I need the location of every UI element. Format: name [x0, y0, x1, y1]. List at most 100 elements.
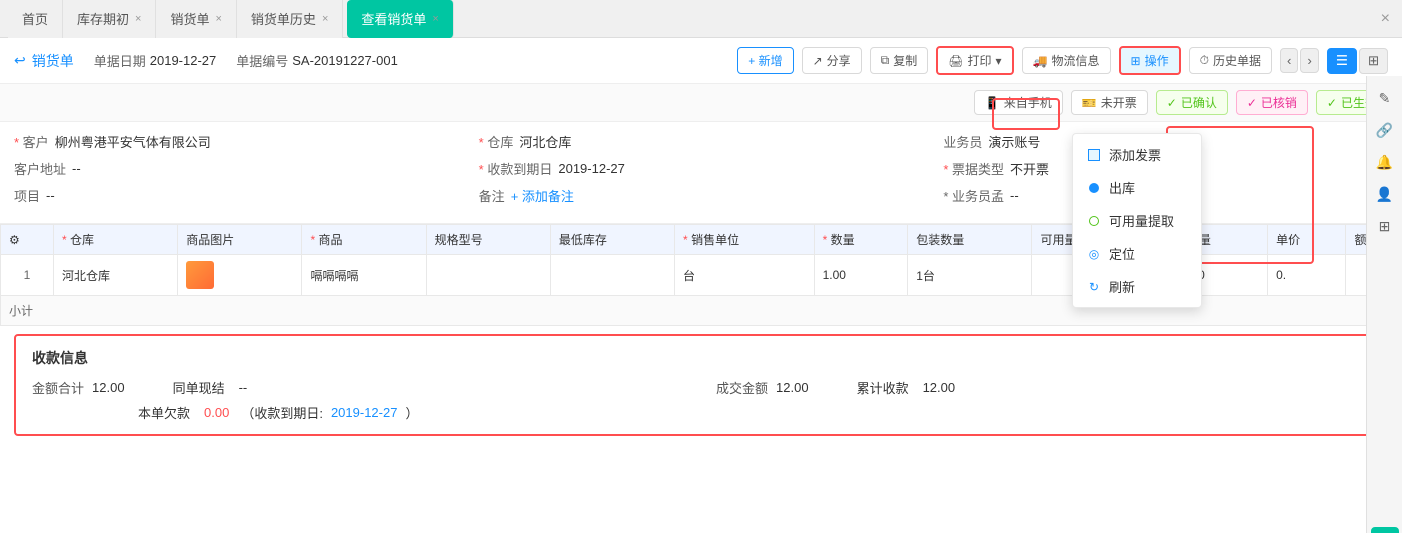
tab-sales-history[interactable]: 销货单历史 × — [237, 0, 343, 38]
row-spec — [426, 255, 550, 296]
row-min-stock — [550, 255, 674, 296]
dropdown-add-invoice[interactable]: 添加发票 — [1073, 138, 1201, 171]
col-min-stock: 最低库存 — [550, 225, 674, 255]
check-icon: ✓ — [1167, 96, 1177, 110]
ticket-icon: 🎫 — [1082, 96, 1097, 110]
sidebar-edit-button[interactable]: ✎ — [1371, 84, 1399, 112]
address-field: 客户地址 -- — [14, 159, 459, 178]
window-close-button[interactable]: × — [1381, 10, 1390, 28]
col-settings[interactable]: ⚙ — [1, 225, 54, 255]
payment-title: 收款信息 — [32, 348, 1370, 368]
payment-info: 收款信息 金额合计 12.00 同单现结 -- 成交金额 12.00 累计收款 … — [14, 334, 1388, 436]
total-row: 金额合计 12.00 同单现结 -- — [32, 378, 686, 397]
user-icon: 👤 — [1376, 186, 1393, 203]
ops-icon: ⊞ — [1131, 54, 1141, 68]
ops-dropdown-menu: 添加发票 出库 可用量提取 ◎ 定位 ↻ 刷新 — [1072, 133, 1202, 308]
pin-icon: ◎ — [1087, 247, 1101, 261]
print-icon: 🖨 — [948, 54, 963, 68]
new-button[interactable]: + 新增 — [737, 47, 793, 74]
row-unit-price: 0. — [1268, 255, 1346, 296]
unopened-button[interactable]: 🎫 未开票 — [1071, 90, 1148, 115]
col-spec: 规格型号 — [426, 225, 550, 255]
customer-field: 客户 柳州粤港平安气体有限公司 — [14, 132, 459, 151]
phone-icon: 📱 — [985, 96, 1000, 110]
col-quantity: * 数量 — [814, 225, 908, 255]
view-toggle: ☰ ⊞ — [1327, 48, 1388, 74]
doc-toolbar: + 新增 ↗ 分享 ⧉ 复制 🖨 打印 ▾ 🚚 物流信息 — [737, 46, 1388, 75]
next-button[interactable]: › — [1300, 48, 1318, 73]
logistics-button[interactable]: 🚚 物流信息 — [1022, 47, 1111, 74]
tab-bar: 首页 库存期初 × 销货单 × 销货单历史 × 查看销货单 × × — [0, 0, 1402, 38]
bell-icon: 🔔 — [1376, 154, 1393, 171]
sidebar-table-button[interactable]: ⊞ — [1371, 212, 1399, 240]
right-sidebar: ✎ 🔗 🔔 👤 ⊞ ⤢ — [1366, 76, 1402, 533]
sidebar-user-button[interactable]: 👤 — [1371, 180, 1399, 208]
prev-button[interactable]: ‹ — [1280, 48, 1298, 73]
effective-check-icon: ✓ — [1327, 96, 1337, 110]
tab-close-view[interactable]: × — [432, 13, 438, 25]
outstanding-row: 本单欠款 0.00 （收款到期日: 2019-12-27 ） — [32, 403, 686, 422]
sales-order-icon: ↩ — [14, 52, 26, 69]
dropdown-outbound[interactable]: 出库 — [1073, 171, 1201, 204]
ops-button[interactable]: ⊞ 操作 — [1119, 46, 1181, 75]
link-icon: 🔗 — [1376, 122, 1393, 139]
note-field: 备注 + 添加备注 — [479, 186, 924, 205]
deal-row: 成交金额 12.00 累计收款 12.00 — [716, 378, 1370, 397]
row-quantity: 1.00 — [814, 255, 908, 296]
warehouse-field: 仓库 河北仓库 — [479, 132, 924, 151]
sidebar-link-button[interactable]: 🔗 — [1371, 116, 1399, 144]
dropdown-locate[interactable]: ◎ 定位 — [1073, 237, 1201, 270]
copy-button[interactable]: ⧉ 复制 — [870, 47, 929, 74]
sidebar-expand-button[interactable]: ⤢ — [1371, 527, 1399, 533]
due-date-field: 收款到期日 2019-12-27 — [479, 159, 924, 178]
product-image — [186, 261, 214, 289]
col-warehouse: * 仓库 — [54, 225, 178, 255]
dropdown-refresh[interactable]: ↻ 刷新 — [1073, 270, 1201, 303]
list-view-button[interactable]: ☰ — [1327, 48, 1357, 74]
row-pack-qty: 1台 — [908, 255, 1032, 296]
confirm-button[interactable]: ✓ 已确认 — [1156, 90, 1228, 115]
sidebar-bell-button[interactable]: 🔔 — [1371, 148, 1399, 176]
copy-icon: ⧉ — [881, 53, 890, 68]
sold-check-icon: ✓ — [1247, 96, 1257, 110]
col-product-img: 商品图片 — [178, 225, 302, 255]
action-row: 📱 来自手机 🎫 未开票 ✓ 已确认 ✓ 已核销 ✓ 已生效 — [0, 84, 1402, 122]
row-num: 1 — [1, 255, 54, 296]
doc-header: ↩ 销货单 单据日期 2019-12-27 单据编号 SA-20191227-0… — [0, 38, 1402, 84]
row-product-img — [178, 255, 302, 296]
refresh-icon: ↻ — [1087, 280, 1101, 294]
tab-view-sales[interactable]: 查看销货单 × — [347, 0, 453, 38]
invoice-icon — [1087, 148, 1101, 162]
doc-meta: 单据日期 2019-12-27 单据编号 SA-20191227-001 — [94, 51, 398, 70]
grid-view-button[interactable]: ⊞ — [1359, 48, 1388, 74]
main-content: ↩ 销货单 单据日期 2019-12-27 单据编号 SA-20191227-0… — [0, 38, 1402, 533]
share-button[interactable]: ↗ 分享 — [802, 47, 862, 74]
history-button[interactable]: ⏱ 历史单据 — [1189, 47, 1272, 74]
tab-inventory-init[interactable]: 库存期初 × — [63, 0, 156, 38]
col-pack-qty: 包装数量 — [908, 225, 1032, 255]
tab-close-inventory[interactable]: × — [135, 13, 141, 25]
project-field: 项目 -- — [14, 186, 459, 205]
edit-icon: ✎ — [1379, 90, 1391, 107]
sold-badge[interactable]: ✓ 已核销 — [1236, 90, 1308, 115]
row-product: 嗝嗝嗝嗝 — [302, 255, 426, 296]
outbound-icon — [1087, 181, 1101, 195]
row-sales-unit: 台 — [675, 255, 815, 296]
nav-arrows: ‹ › — [1280, 48, 1319, 73]
col-sales-unit: * 销售单位 — [675, 225, 815, 255]
tab-close-sales[interactable]: × — [215, 13, 221, 25]
payment-grid: 金额合计 12.00 同单现结 -- 成交金额 12.00 累计收款 12.00… — [32, 378, 1370, 422]
from-phone-button[interactable]: 📱 来自手机 — [974, 90, 1063, 115]
print-button[interactable]: 🖨 打印 ▾ — [936, 46, 1013, 75]
history-icon: ⏱ — [1200, 53, 1209, 68]
row-warehouse: 河北仓库 — [54, 255, 178, 296]
dropdown-available-qty[interactable]: 可用量提取 — [1073, 204, 1201, 237]
truck-icon: 🚚 — [1033, 54, 1048, 68]
col-unit-price: 单价 — [1268, 225, 1346, 255]
tab-sales-order[interactable]: 销货单 × — [156, 0, 236, 38]
tab-home[interactable]: 首页 — [8, 0, 63, 38]
col-product: * 商品 — [302, 225, 426, 255]
tab-close-history[interactable]: × — [322, 13, 328, 25]
share-icon: ↗ — [813, 54, 823, 68]
available-qty-icon — [1087, 214, 1101, 228]
